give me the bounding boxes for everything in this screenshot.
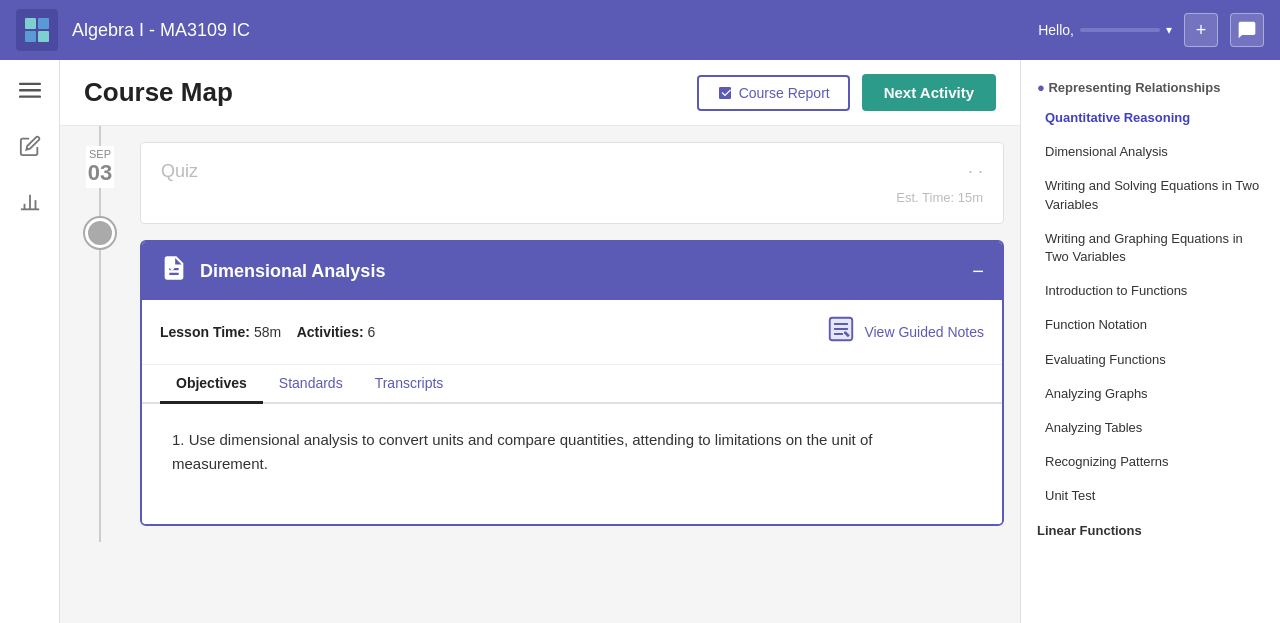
timeline-day: 03 (88, 160, 112, 186)
rs-section-footer: Linear Functions (1021, 513, 1280, 544)
activities-value: 6 (368, 324, 376, 340)
rs-item-intro-functions[interactable]: Introduction to Functions (1021, 274, 1280, 308)
lesson-header-left: Dimensional Analysis (160, 254, 385, 288)
svg-rect-4 (19, 83, 41, 85)
tab-transcripts[interactable]: Transcripts (359, 365, 460, 404)
quiz-card-title: Quiz (161, 161, 198, 182)
user-dropdown-arrow[interactable]: ▾ (1166, 23, 1172, 37)
timeline-area: SEP 03 Quiz · · Est. Time: 15m (60, 126, 1020, 542)
svg-rect-6 (19, 96, 41, 98)
svg-rect-2 (25, 31, 36, 42)
header-buttons: Course Report Next Activity (697, 74, 996, 111)
rs-item-writing-solving[interactable]: Writing and Solving Equations in Two Var… (1021, 169, 1280, 221)
activities-label: Activities: (297, 324, 364, 340)
rs-item-writing-graphing[interactable]: Writing and Graphing Equations in Two Va… (1021, 222, 1280, 274)
view-notes-label: View Guided Notes (864, 324, 984, 340)
quiz-est-time: Est. Time: 15m (896, 190, 983, 205)
sidebar-chart-icon[interactable] (12, 184, 48, 220)
tab-standards[interactable]: Standards (263, 365, 359, 404)
rs-item-analyzing-graphs[interactable]: Analyzing Graphs (1021, 377, 1280, 411)
left-sidebar (0, 60, 60, 623)
header-actions: Hello, ▾ + (1038, 13, 1264, 47)
course-title: Algebra I - MA3109 IC (72, 20, 1038, 41)
objective-item-1: 1. Use dimensional analysis to convert u… (172, 428, 972, 476)
lesson-meta: Lesson Time: 58m Activities: 6 (142, 300, 1002, 365)
rs-item-function-notation[interactable]: Function Notation (1021, 308, 1280, 342)
timeline-date: SEP 03 (86, 146, 114, 188)
lesson-time-value: 58m (254, 324, 281, 340)
user-name-display (1080, 28, 1160, 32)
lesson-tabs: Objectives Standards Transcripts (142, 365, 1002, 404)
lesson-card-header: Dimensional Analysis − (142, 242, 1002, 300)
page-title: Course Map (84, 77, 233, 108)
lesson-card: Dimensional Analysis − Lesson Time: 58m … (140, 240, 1004, 526)
quiz-dots: · · (896, 161, 983, 182)
timeline-month: SEP (88, 148, 112, 160)
notification-button[interactable] (1230, 13, 1264, 47)
svg-rect-1 (38, 18, 49, 29)
quiz-card-right: · · Est. Time: 15m (896, 161, 983, 205)
svg-rect-0 (25, 18, 36, 29)
lesson-meta-info: Lesson Time: 58m Activities: 6 (160, 324, 375, 340)
rs-items-container: Quantitative ReasoningDimensional Analys… (1021, 101, 1280, 513)
svg-rect-5 (19, 89, 41, 91)
right-sidebar: Representing Relationships Quantitative … (1020, 60, 1280, 623)
rs-item-quantitative-reasoning[interactable]: Quantitative Reasoning (1021, 101, 1280, 135)
lesson-time-label: Lesson Time: (160, 324, 250, 340)
page-header: Course Map Course Report Next Activity (60, 60, 1020, 126)
rs-section-title: Representing Relationships (1021, 72, 1280, 101)
hello-label: Hello, ▾ (1038, 22, 1172, 38)
course-report-button[interactable]: Course Report (697, 75, 850, 111)
rs-item-analyzing-tables[interactable]: Analyzing Tables (1021, 411, 1280, 445)
lesson-card-icon (160, 254, 188, 288)
cards-column: Quiz · · Est. Time: 15m (140, 126, 1020, 542)
rs-item-recognizing-patterns[interactable]: Recognizing Patterns (1021, 445, 1280, 479)
content-area: Course Map Course Report Next Activity S… (60, 60, 1020, 623)
app-logo (16, 9, 58, 51)
lesson-title: Dimensional Analysis (200, 261, 385, 282)
rs-item-evaluating-functions[interactable]: Evaluating Functions (1021, 343, 1280, 377)
lesson-objectives-content: 1. Use dimensional analysis to convert u… (142, 404, 1002, 524)
sidebar-edit-icon[interactable] (12, 128, 48, 164)
sidebar-menu-icon[interactable] (12, 72, 48, 108)
main-layout: Course Map Course Report Next Activity S… (0, 60, 1280, 623)
rs-item-dimensional-analysis[interactable]: Dimensional Analysis (1021, 135, 1280, 169)
notes-icon (826, 314, 856, 350)
quiz-card[interactable]: Quiz · · Est. Time: 15m (140, 142, 1004, 224)
next-activity-button[interactable]: Next Activity (862, 74, 996, 111)
add-button[interactable]: + (1184, 13, 1218, 47)
rs-item-unit-test[interactable]: Unit Test (1021, 479, 1280, 513)
view-guided-notes-button[interactable]: View Guided Notes (826, 314, 984, 350)
lesson-minimize-button[interactable]: − (972, 260, 984, 283)
svg-rect-3 (38, 31, 49, 42)
timeline: SEP 03 (60, 126, 140, 542)
top-header: Algebra I - MA3109 IC Hello, ▾ + (0, 0, 1280, 60)
tab-objectives[interactable]: Objectives (160, 365, 263, 404)
timeline-dot (85, 218, 115, 248)
